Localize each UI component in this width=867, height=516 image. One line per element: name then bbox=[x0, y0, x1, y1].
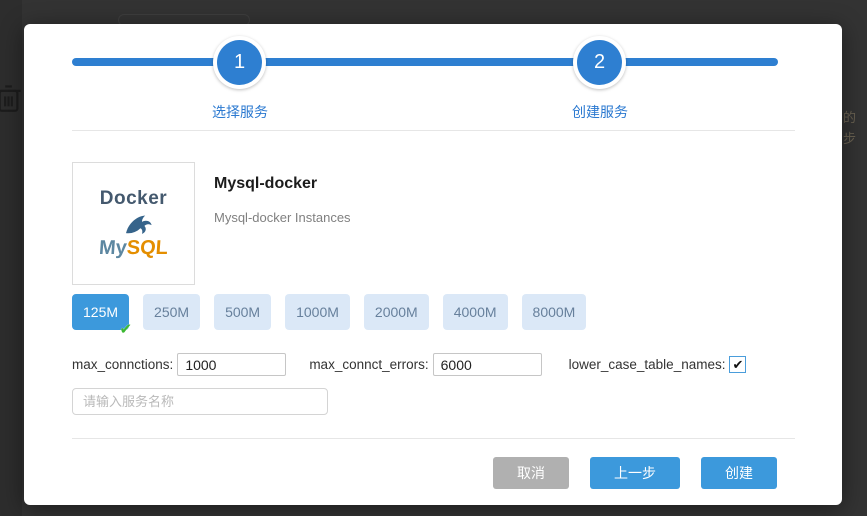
lower-case-table-names-checkbox[interactable]: ✔ bbox=[729, 356, 747, 373]
background-text-fragment: 步 bbox=[843, 131, 857, 146]
background-text-fragment: 的 bbox=[843, 110, 857, 125]
lower-case-table-names-label: lower_case_table_names: bbox=[568, 357, 726, 372]
service-info: Docker MySQL Mysql-docker Mysql-docker I… bbox=[72, 162, 795, 285]
step-wizard: 1 2 选择服务 创建服务 bbox=[72, 24, 795, 131]
memory-option-4000m[interactable]: 4000M bbox=[442, 294, 508, 330]
trash-icon bbox=[0, 82, 22, 118]
memory-option-250m[interactable]: 250M bbox=[143, 294, 201, 330]
mysql-wordmark: MySQL bbox=[98, 236, 169, 259]
memory-option-2000m[interactable]: 2000M bbox=[363, 294, 429, 330]
max-connect-errors-input[interactable] bbox=[432, 353, 542, 376]
max-connections-input[interactable] bbox=[177, 353, 287, 376]
parameters-row: max_connctions: max_connct_errors: lower… bbox=[72, 353, 795, 376]
step-2-indicator: 2 bbox=[573, 36, 626, 89]
step-1-label: 选择服务 bbox=[212, 104, 268, 120]
cancel-button[interactable]: 取消 bbox=[493, 457, 569, 489]
step-1-indicator: 1 bbox=[213, 36, 266, 89]
service-name-input[interactable] bbox=[72, 388, 328, 415]
service-subtitle: Mysql-docker Instances bbox=[214, 210, 351, 225]
service-text: Mysql-docker Mysql-docker Instances bbox=[214, 162, 351, 285]
footer-divider bbox=[72, 438, 795, 439]
create-service-dialog: 1 2 选择服务 创建服务 Docker MySQL Mysql-docker … bbox=[24, 24, 842, 505]
memory-option-500m[interactable]: 500M bbox=[214, 294, 272, 330]
memory-options: 125M ✔ 250M 500M 1000M 2000M 4000M 8000M bbox=[72, 294, 795, 337]
max-connect-errors-label: max_connct_errors: bbox=[309, 357, 429, 372]
max-connections-label: max_connctions: bbox=[72, 357, 174, 372]
service-title: Mysql-docker bbox=[214, 175, 318, 192]
memory-option-125m[interactable]: 125M ✔ bbox=[72, 294, 132, 337]
create-button[interactable]: 创建 bbox=[701, 457, 777, 489]
docker-wordmark: Docker bbox=[99, 187, 168, 209]
memory-option-1000m[interactable]: 1000M bbox=[285, 294, 350, 330]
check-icon: ✔ bbox=[119, 321, 133, 338]
progress-bar bbox=[72, 58, 778, 66]
background-sidebar bbox=[0, 0, 22, 516]
dolphin-icon bbox=[122, 211, 154, 241]
step-2-label: 创建服务 bbox=[572, 104, 628, 120]
previous-button[interactable]: 上一步 bbox=[590, 457, 680, 489]
step-1-number: 1 bbox=[217, 40, 262, 85]
memory-option-8000m[interactable]: 8000M bbox=[521, 294, 587, 330]
dialog-footer: 取消 上一步 创建 bbox=[72, 457, 795, 489]
step-2-number: 2 bbox=[577, 40, 622, 85]
mysql-docker-logo: Docker MySQL bbox=[72, 162, 195, 285]
